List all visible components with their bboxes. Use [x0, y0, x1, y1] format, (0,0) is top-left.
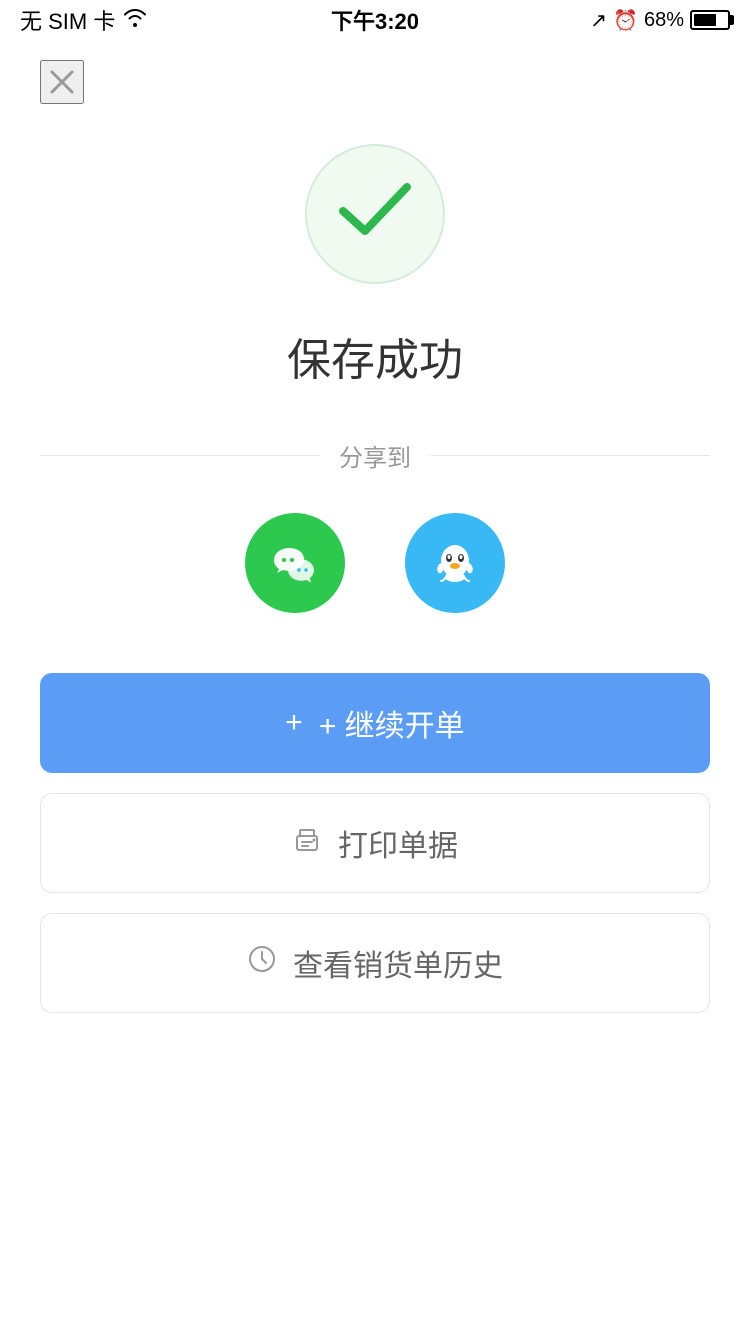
checkmark-icon	[335, 179, 415, 250]
print-receipt-label: 打印单据	[338, 821, 458, 865]
qq-share-button[interactable]	[405, 513, 505, 613]
history-icon	[247, 944, 277, 982]
close-button[interactable]	[40, 60, 84, 104]
main-content: 保存成功 分享到	[0, 40, 750, 1033]
location-icon: ↗	[590, 8, 607, 33]
continue-order-label: + 继续开单	[319, 701, 465, 745]
print-icon	[292, 824, 322, 862]
status-right: ↗ ⏰ 68%	[590, 8, 730, 33]
share-section: 分享到	[40, 438, 710, 613]
share-label: 分享到	[339, 438, 411, 473]
status-left: 无 SIM 卡	[20, 4, 147, 36]
view-history-label: 查看销货单历史	[293, 941, 503, 985]
qq-icon	[427, 535, 483, 591]
wechat-icon	[267, 540, 323, 586]
battery-percent: 68%	[644, 9, 684, 32]
alarm-icon: ⏰	[613, 8, 638, 33]
divider-left	[40, 455, 319, 456]
success-circle	[305, 144, 445, 284]
print-receipt-button[interactable]: 打印单据	[40, 793, 710, 893]
continue-order-button[interactable]: + + 继续开单	[40, 673, 710, 773]
divider-right	[431, 455, 710, 456]
share-divider: 分享到	[40, 438, 710, 473]
share-icons	[40, 513, 710, 613]
status-time: 下午3:20	[331, 4, 419, 36]
plus-icon: +	[285, 706, 303, 740]
view-history-button[interactable]: 查看销货单历史	[40, 913, 710, 1013]
status-bar: 无 SIM 卡 下午3:20 ↗ ⏰ 68%	[0, 0, 750, 40]
action-buttons: + + 继续开单 打印单据	[40, 673, 710, 1013]
success-title: 保存成功	[287, 324, 463, 388]
wifi-icon	[123, 7, 147, 33]
battery-icon	[690, 10, 730, 30]
close-icon	[48, 68, 76, 96]
wechat-share-button[interactable]	[245, 513, 345, 613]
sim-status: 无 SIM 卡	[20, 4, 115, 36]
